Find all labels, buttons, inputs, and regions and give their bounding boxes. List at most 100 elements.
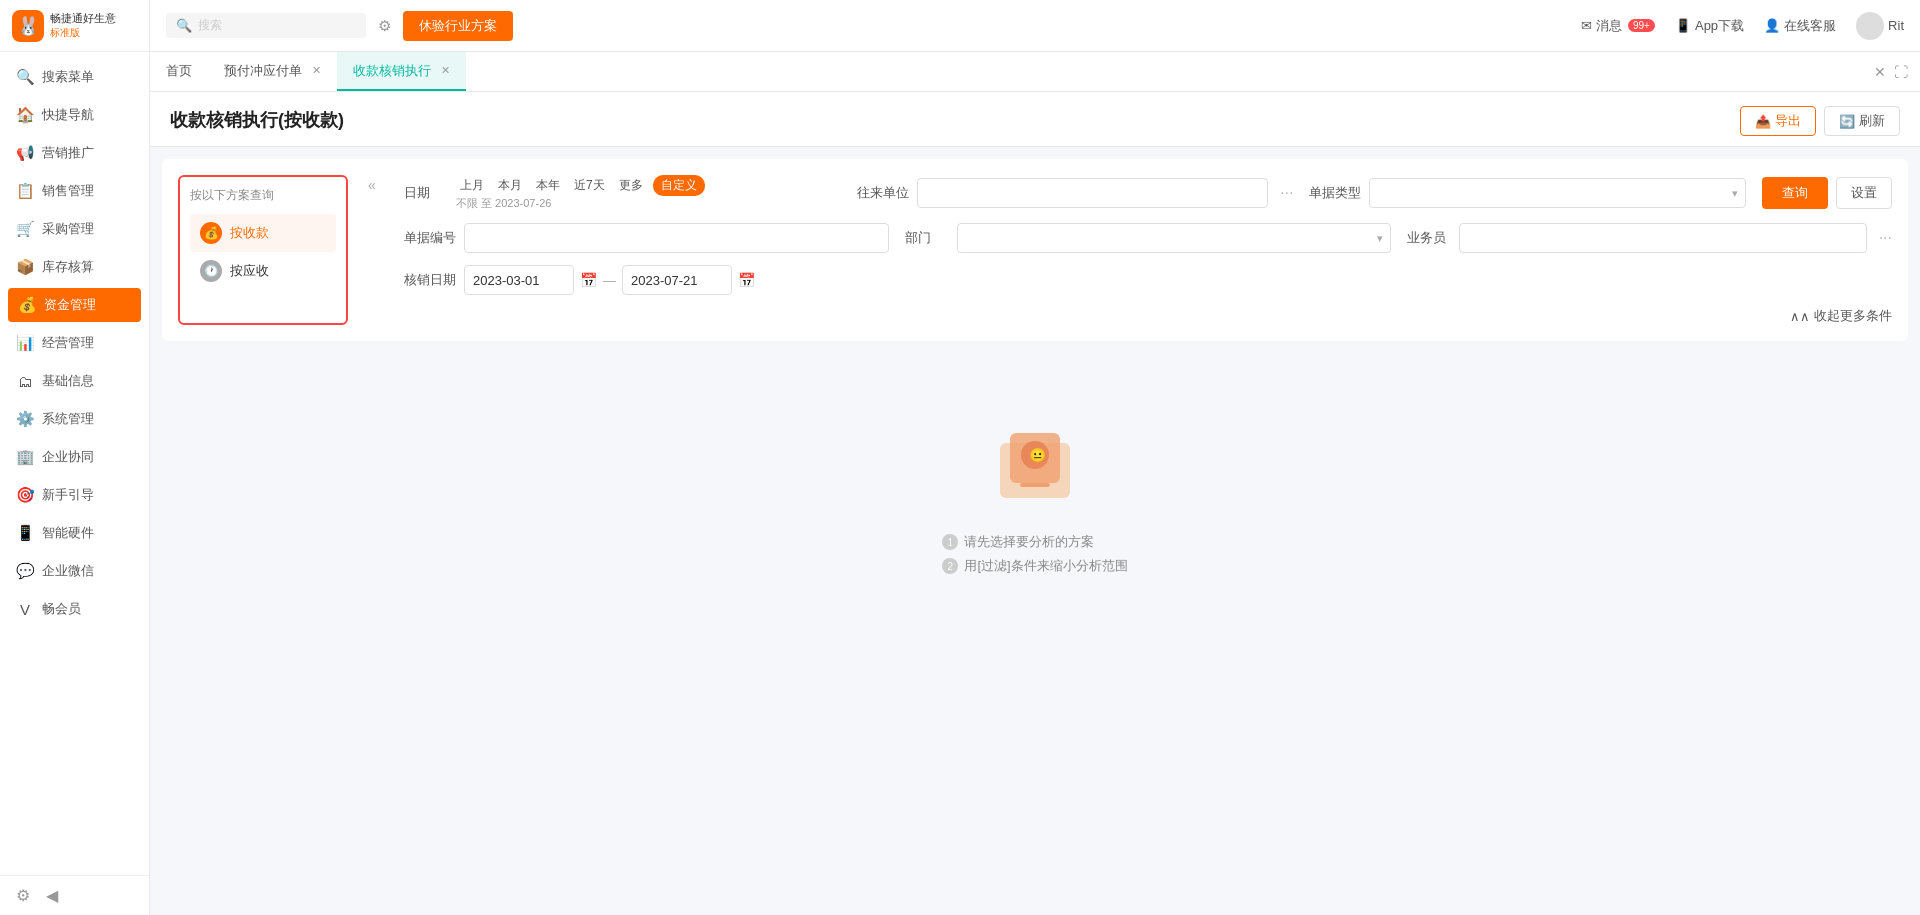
filter-row-3: 核销日期 📅 — 📅 (404, 265, 1892, 295)
basic-info-icon: 🗂 (16, 373, 34, 390)
verify-date-end-cal-icon[interactable]: 📅 (738, 272, 755, 288)
tip-num-2: 2 (942, 558, 958, 574)
sidebar-item-smart-hardware[interactable]: 📱 智能硬件 (0, 514, 149, 552)
topbar-gear-icon[interactable]: ⚙ (378, 17, 391, 35)
sidebar-item-wechat[interactable]: 💬 企业微信 (0, 552, 149, 590)
staff-input[interactable] (1459, 223, 1867, 253)
inventory-icon: 📦 (16, 258, 34, 276)
date-btn-this-year[interactable]: 本年 (532, 175, 564, 196)
sales-icon: 📋 (16, 182, 34, 200)
filter-doc-no-field: 单据编号 (404, 223, 889, 253)
settings-footer-icon[interactable]: ⚙ (16, 886, 30, 905)
filter-row-1: 日期 上月 本月 本年 近7天 更多 自定义 不限 至 (404, 175, 1892, 211)
date-btn-this-month[interactable]: 本月 (494, 175, 526, 196)
message-icon: ✉ (1581, 18, 1592, 33)
by-receivable-label: 按应收 (230, 262, 269, 280)
filter-collapse-more: ∧∧ 收起更多条件 (404, 307, 1892, 325)
sidebar-item-quick-nav[interactable]: 🏠 快捷导航 (0, 96, 149, 134)
export-btn[interactable]: 📤 导出 (1740, 106, 1816, 136)
app-download-btn[interactable]: 📱 App下载 (1675, 17, 1744, 35)
page-title: 收款核销执行(按收款) (170, 108, 344, 132)
sidebar-item-label: 畅会员 (42, 600, 81, 618)
sidebar-item-marketing[interactable]: 📢 营销推广 (0, 134, 149, 172)
counterpart-input[interactable] (917, 178, 1268, 208)
topbar-search-box[interactable]: 🔍 搜索 (166, 13, 366, 38)
user-name: Rit (1888, 18, 1904, 33)
sidebar-item-enterprise[interactable]: 🏢 企业协同 (0, 438, 149, 476)
doc-no-input[interactable] (464, 223, 889, 253)
sidebar-item-management[interactable]: 📊 经营管理 (0, 324, 149, 362)
sidebar-item-search-menu[interactable]: 🔍 搜索菜单 (0, 58, 149, 96)
management-icon: 📊 (16, 334, 34, 352)
fullscreen-icon[interactable]: ⛶ (1894, 64, 1908, 80)
sidebar-item-purchase[interactable]: 🛒 采购管理 (0, 210, 149, 248)
smart-hardware-icon: 📱 (16, 524, 34, 542)
tab-prepay[interactable]: 预付冲应付单 ✕ (208, 52, 337, 91)
empty-tips: 1 请先选择要分析的方案 2 用[过滤]条件来缩小分析范围 (942, 533, 1127, 581)
refresh-icon: 🔄 (1839, 114, 1855, 129)
content-area: 收款核销执行(按收款) 📤 导出 🔄 刷新 (150, 92, 1920, 915)
tab-prepay-label: 预付冲应付单 (224, 62, 302, 80)
filter-doc-type-field: 单据类型 (1309, 178, 1746, 208)
verify-date-end-input[interactable] (622, 265, 732, 295)
sidebar-item-label: 采购管理 (42, 220, 94, 238)
filter-collapse-btn[interactable]: « (368, 175, 388, 325)
user-profile-btn[interactable]: Rit (1856, 12, 1904, 40)
app-icon: 📱 (1675, 18, 1691, 33)
filter-option-by-receipt[interactable]: 💰 按收款 (190, 214, 336, 252)
collapse-sidebar-btn[interactable]: ◀ (46, 886, 58, 905)
doc-type-label: 单据类型 (1309, 184, 1361, 202)
doc-type-select[interactable] (1369, 178, 1746, 208)
tab-home[interactable]: 首页 (150, 52, 208, 91)
verify-date-start-input[interactable] (464, 265, 574, 295)
topbar-right: ✉ 消息 99+ 📱 App下载 👤 在线客服 Rit (1581, 12, 1904, 40)
filter-scheme-title: 按以下方案查询 (190, 187, 336, 204)
tabbar: 首页 预付冲应付单 ✕ 收款核销执行 ✕ ✕ ⛶ (150, 52, 1920, 92)
query-btn[interactable]: 查询 (1762, 177, 1828, 209)
collapse-more-label: 收起更多条件 (1814, 307, 1892, 325)
refresh-label: 刷新 (1859, 112, 1885, 130)
date-btn-last-7-days[interactable]: 近7天 (570, 175, 609, 196)
svg-text:😐: 😐 (1029, 447, 1047, 464)
app-label: App下载 (1695, 17, 1744, 35)
filter-panel: 按以下方案查询 💰 按收款 🕐 按应收 « (162, 159, 1908, 341)
filter-date-field: 日期 上月 本月 本年 近7天 更多 自定义 不限 至 (404, 175, 841, 211)
date-btn-more[interactable]: 更多 (615, 175, 647, 196)
service-label: 在线客服 (1784, 17, 1836, 35)
collapse-more-btn[interactable]: ∧∧ 收起更多条件 (1790, 307, 1892, 325)
doc-type-select-wrap (1369, 178, 1746, 208)
dept-select[interactable] (957, 223, 1390, 253)
sidebar-item-member[interactable]: V 畅会员 (0, 590, 149, 628)
filter-fields: 日期 上月 本月 本年 近7天 更多 自定义 不限 至 (404, 175, 1892, 325)
date-separator: — (603, 273, 616, 288)
settings-btn[interactable]: 设置 (1836, 177, 1892, 209)
industry-solution-btn[interactable]: 休验行业方案 (403, 11, 513, 41)
filter-option-by-receivable[interactable]: 🕐 按应收 (190, 252, 336, 290)
refresh-btn[interactable]: 🔄 刷新 (1824, 106, 1900, 136)
search-placeholder-text: 搜索 (198, 17, 222, 34)
sidebar-item-beginner[interactable]: 🎯 新手引导 (0, 476, 149, 514)
sidebar-item-inventory[interactable]: 📦 库存核算 (0, 248, 149, 286)
by-receipt-label: 按收款 (230, 224, 269, 242)
sidebar-item-label: 搜索菜单 (42, 68, 94, 86)
verify-date-start-cal-icon[interactable]: 📅 (580, 272, 597, 288)
date-btn-last-month[interactable]: 上月 (456, 175, 488, 196)
search-icon: 🔍 (176, 18, 192, 33)
messages-btn[interactable]: ✉ 消息 99+ (1581, 17, 1655, 35)
sidebar-item-system[interactable]: ⚙️ 系统管理 (0, 400, 149, 438)
close-tab-icon[interactable]: ✕ (1874, 64, 1886, 80)
logo-subtext: 标准版 (50, 26, 116, 40)
sidebar-item-sales[interactable]: 📋 销售管理 (0, 172, 149, 210)
wechat-icon: 💬 (16, 562, 34, 580)
date-btn-custom[interactable]: 自定义 (653, 175, 705, 196)
staff-label: 业务员 (1407, 229, 1451, 247)
tab-receipt-verify[interactable]: 收款核销执行 ✕ (337, 52, 466, 91)
tab-receipt-verify-close-icon[interactable]: ✕ (441, 64, 450, 77)
sidebar-item-finance[interactable]: 💰 资金管理 (8, 288, 141, 322)
counterpart-dots-icon[interactable]: ··· (1280, 184, 1293, 202)
online-service-btn[interactable]: 👤 在线客服 (1764, 17, 1836, 35)
sidebar-item-basic-info[interactable]: 🗂 基础信息 (0, 362, 149, 400)
staff-dots-icon[interactable]: ··· (1879, 229, 1892, 247)
tabbar-actions: ✕ ⛶ (1862, 52, 1920, 91)
tab-prepay-close-icon[interactable]: ✕ (312, 64, 321, 77)
